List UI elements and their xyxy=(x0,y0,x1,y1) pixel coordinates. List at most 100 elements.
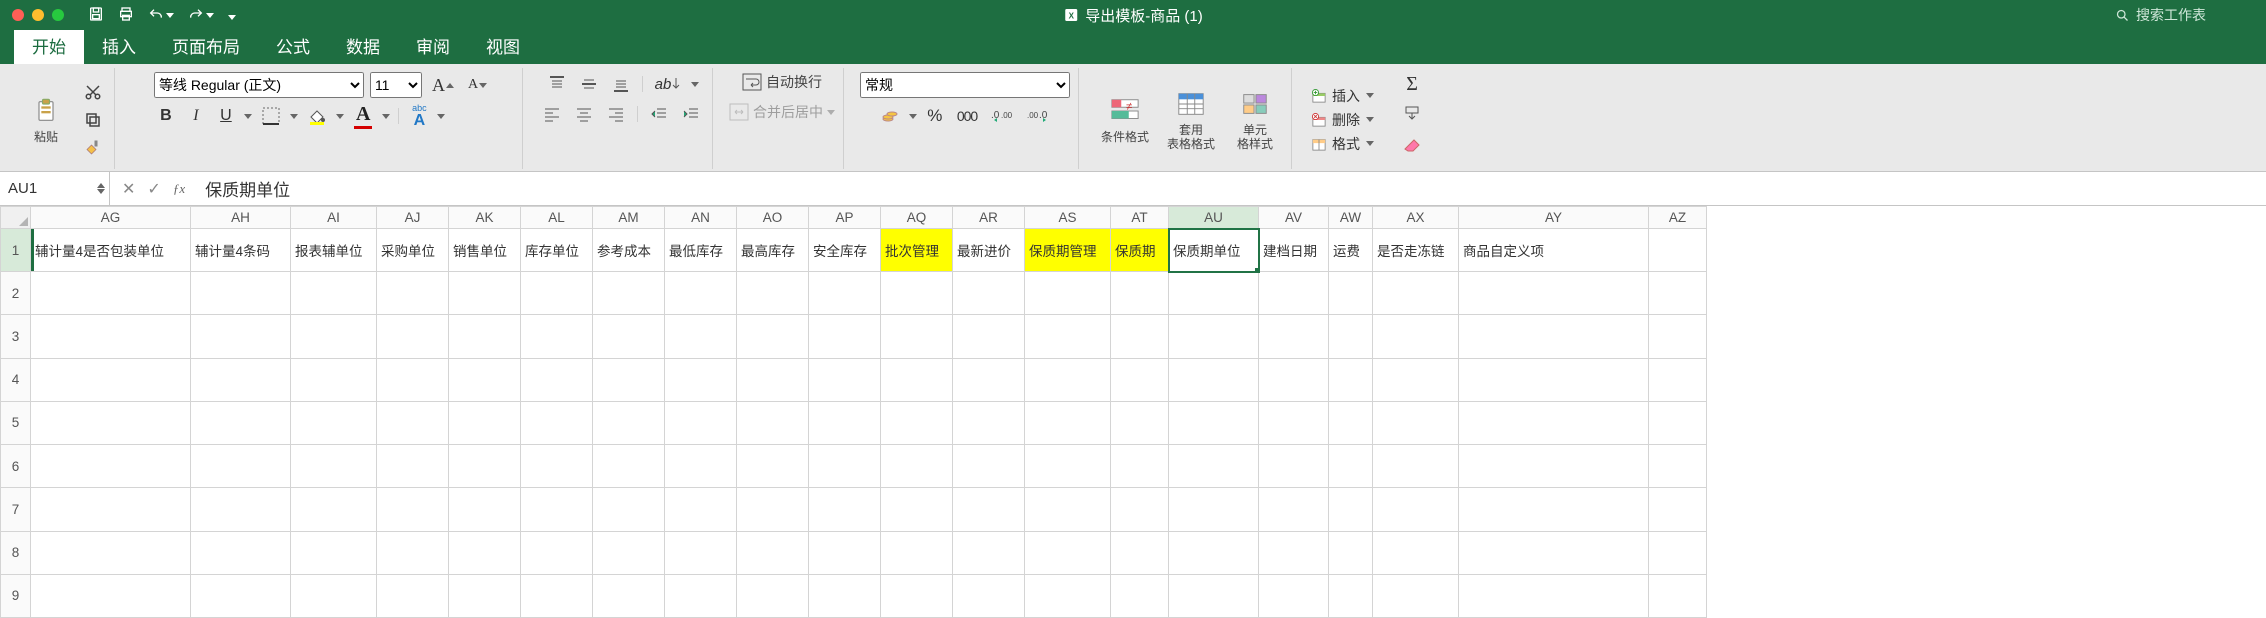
cell[interactable] xyxy=(191,445,291,488)
decrease-decimal-button[interactable]: .00.0 xyxy=(1023,104,1053,128)
tab-review[interactable]: 审阅 xyxy=(398,27,468,64)
cell[interactable] xyxy=(809,488,881,531)
format-painter-button[interactable] xyxy=(80,136,106,160)
cell[interactable] xyxy=(191,574,291,617)
cell[interactable] xyxy=(449,315,521,358)
cell[interactable] xyxy=(1259,531,1329,574)
row-header[interactable]: 7 xyxy=(1,488,31,531)
cell[interactable] xyxy=(1373,488,1459,531)
cell[interactable] xyxy=(809,315,881,358)
cell[interactable] xyxy=(737,401,809,444)
cell[interactable] xyxy=(737,445,809,488)
cell[interactable] xyxy=(31,315,191,358)
cell[interactable] xyxy=(1373,272,1459,315)
tab-insert[interactable]: 插入 xyxy=(84,27,154,64)
cell[interactable] xyxy=(881,401,953,444)
cell[interactable]: 辅计量4是否包装单位 xyxy=(31,229,191,272)
cell[interactable] xyxy=(31,445,191,488)
cell[interactable] xyxy=(1329,574,1373,617)
cell[interactable] xyxy=(1025,488,1111,531)
cell[interactable]: 保质期管理 xyxy=(1025,229,1111,272)
cell[interactable] xyxy=(1649,229,1707,272)
cell[interactable] xyxy=(449,531,521,574)
cell[interactable] xyxy=(809,401,881,444)
column-header[interactable]: AT xyxy=(1111,207,1169,229)
shrink-font-button[interactable]: A xyxy=(464,73,491,97)
cell[interactable] xyxy=(953,445,1025,488)
cell[interactable] xyxy=(377,445,449,488)
bold-button[interactable]: B xyxy=(154,104,178,128)
column-header[interactable]: AV xyxy=(1259,207,1329,229)
row-header[interactable]: 6 xyxy=(1,445,31,488)
cell[interactable] xyxy=(953,272,1025,315)
cell[interactable]: 最低库存 xyxy=(665,229,737,272)
cell[interactable] xyxy=(291,488,377,531)
cell[interactable] xyxy=(1111,574,1169,617)
increase-decimal-button[interactable]: .0.00 xyxy=(987,104,1017,128)
cell[interactable] xyxy=(377,358,449,401)
cell[interactable] xyxy=(953,315,1025,358)
namebox-stepper[interactable] xyxy=(97,183,109,194)
column-header[interactable]: AG xyxy=(31,207,191,229)
cell[interactable] xyxy=(1329,315,1373,358)
phonetic-button[interactable]: abcA xyxy=(407,104,431,128)
font-size-select[interactable]: 11 xyxy=(370,72,422,98)
cell[interactable] xyxy=(1259,315,1329,358)
cell[interactable] xyxy=(1329,401,1373,444)
align-top-button[interactable] xyxy=(544,72,570,96)
cell[interactable] xyxy=(1111,488,1169,531)
cell[interactable] xyxy=(665,358,737,401)
cell[interactable] xyxy=(593,401,665,444)
cell[interactable] xyxy=(1373,401,1459,444)
cell[interactable] xyxy=(809,272,881,315)
cell[interactable]: 销售单位 xyxy=(449,229,521,272)
cell[interactable] xyxy=(665,272,737,315)
wrap-text-button[interactable]: 自动换行 xyxy=(742,72,822,92)
column-header[interactable]: AL xyxy=(521,207,593,229)
cell[interactable] xyxy=(1025,574,1111,617)
cell[interactable] xyxy=(291,315,377,358)
enter-formula-button[interactable]: ✓ xyxy=(147,179,160,199)
cell[interactable] xyxy=(1373,315,1459,358)
cell[interactable] xyxy=(953,574,1025,617)
redo-icon[interactable] xyxy=(188,7,214,23)
column-header[interactable]: AS xyxy=(1025,207,1111,229)
font-color-button[interactable]: A xyxy=(350,104,376,128)
align-right-button[interactable] xyxy=(603,102,629,126)
cell[interactable]: 是否走冻链 xyxy=(1373,229,1459,272)
cell[interactable]: 最新进价 xyxy=(953,229,1025,272)
row-header[interactable]: 9 xyxy=(1,574,31,617)
column-header[interactable]: AU xyxy=(1169,207,1259,229)
cell[interactable] xyxy=(737,574,809,617)
cell[interactable] xyxy=(1329,272,1373,315)
decrease-indent-button[interactable] xyxy=(646,102,672,126)
undo-icon[interactable] xyxy=(148,7,174,23)
align-bottom-button[interactable] xyxy=(608,72,634,96)
cell[interactable] xyxy=(1329,358,1373,401)
cell[interactable] xyxy=(809,358,881,401)
column-header[interactable]: AQ xyxy=(881,207,953,229)
cell[interactable] xyxy=(1259,358,1329,401)
tab-view[interactable]: 视图 xyxy=(468,27,538,64)
cell[interactable] xyxy=(1259,401,1329,444)
row-header[interactable]: 4 xyxy=(1,358,31,401)
minimize-icon[interactable] xyxy=(32,9,44,21)
cut-button[interactable] xyxy=(80,80,106,104)
cell[interactable] xyxy=(881,315,953,358)
cell[interactable] xyxy=(1649,574,1707,617)
cell[interactable] xyxy=(1459,272,1649,315)
row-header[interactable]: 5 xyxy=(1,401,31,444)
cell[interactable] xyxy=(1373,445,1459,488)
column-header[interactable]: AH xyxy=(191,207,291,229)
cell[interactable] xyxy=(449,488,521,531)
cell[interactable] xyxy=(31,488,191,531)
cell[interactable]: 批次管理 xyxy=(881,229,953,272)
cell[interactable]: 保质期单位 xyxy=(1169,229,1259,272)
cell[interactable] xyxy=(593,531,665,574)
cell[interactable] xyxy=(1459,315,1649,358)
italic-button[interactable]: I xyxy=(184,104,208,128)
cell[interactable] xyxy=(31,531,191,574)
cell[interactable] xyxy=(1649,488,1707,531)
cell[interactable] xyxy=(809,445,881,488)
cell[interactable] xyxy=(737,272,809,315)
